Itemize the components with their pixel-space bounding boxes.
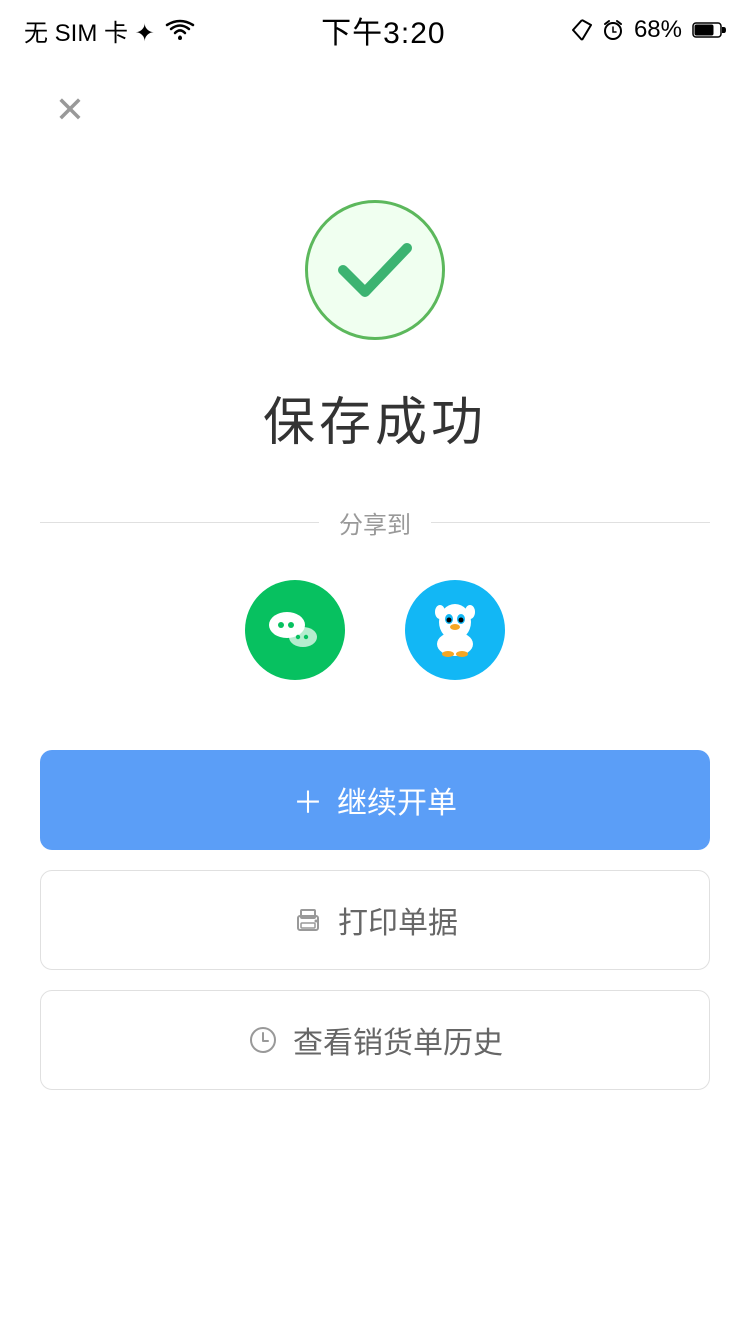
print-label: 打印单据	[338, 898, 458, 942]
location-icon	[572, 19, 592, 41]
share-divider: 分享到	[40, 505, 710, 540]
success-title: 保存成功	[263, 380, 487, 455]
share-wechat-button[interactable]	[245, 580, 345, 680]
status-time: 下午3:20	[321, 8, 445, 52]
battery-icon	[692, 21, 726, 39]
status-right: 68%	[572, 16, 726, 44]
plus-icon: ＋	[293, 778, 323, 822]
success-circle	[305, 200, 445, 340]
wechat-icon	[265, 605, 325, 655]
divider-line-left	[40, 522, 319, 523]
history-icon	[247, 1024, 279, 1056]
continue-button[interactable]: ＋ 继续开单	[40, 750, 710, 850]
close-icon: ✕	[55, 89, 85, 131]
print-button[interactable]: 打印单据	[40, 870, 710, 970]
history-label: 查看销货单历史	[293, 1018, 503, 1062]
history-button[interactable]: 查看销货单历史	[40, 990, 710, 1090]
alarm-icon	[602, 19, 624, 41]
action-buttons: ＋ 继续开单 打印单据 查看销货单历史	[40, 750, 710, 1090]
wifi-icon	[165, 19, 195, 41]
close-button[interactable]: ✕	[40, 80, 100, 140]
status-bar: 无 SIM 卡 ✦ 下午3:20 68%	[0, 0, 750, 60]
battery-label: 68%	[634, 16, 682, 44]
main-content: ✕ 保存成功 分享到	[0, 60, 750, 1334]
sim-label: 无 SIM 卡 ✦	[24, 13, 155, 48]
continue-label: 继续开单	[337, 778, 457, 822]
status-left: 无 SIM 卡 ✦	[24, 13, 195, 48]
print-icon	[292, 904, 324, 936]
share-icons	[245, 580, 505, 680]
share-label: 分享到	[319, 505, 431, 540]
checkmark-icon	[335, 240, 415, 300]
close-btn-row: ✕	[40, 60, 710, 150]
share-qq-button[interactable]	[405, 580, 505, 680]
qq-icon	[426, 600, 484, 660]
divider-line-right	[431, 522, 710, 523]
